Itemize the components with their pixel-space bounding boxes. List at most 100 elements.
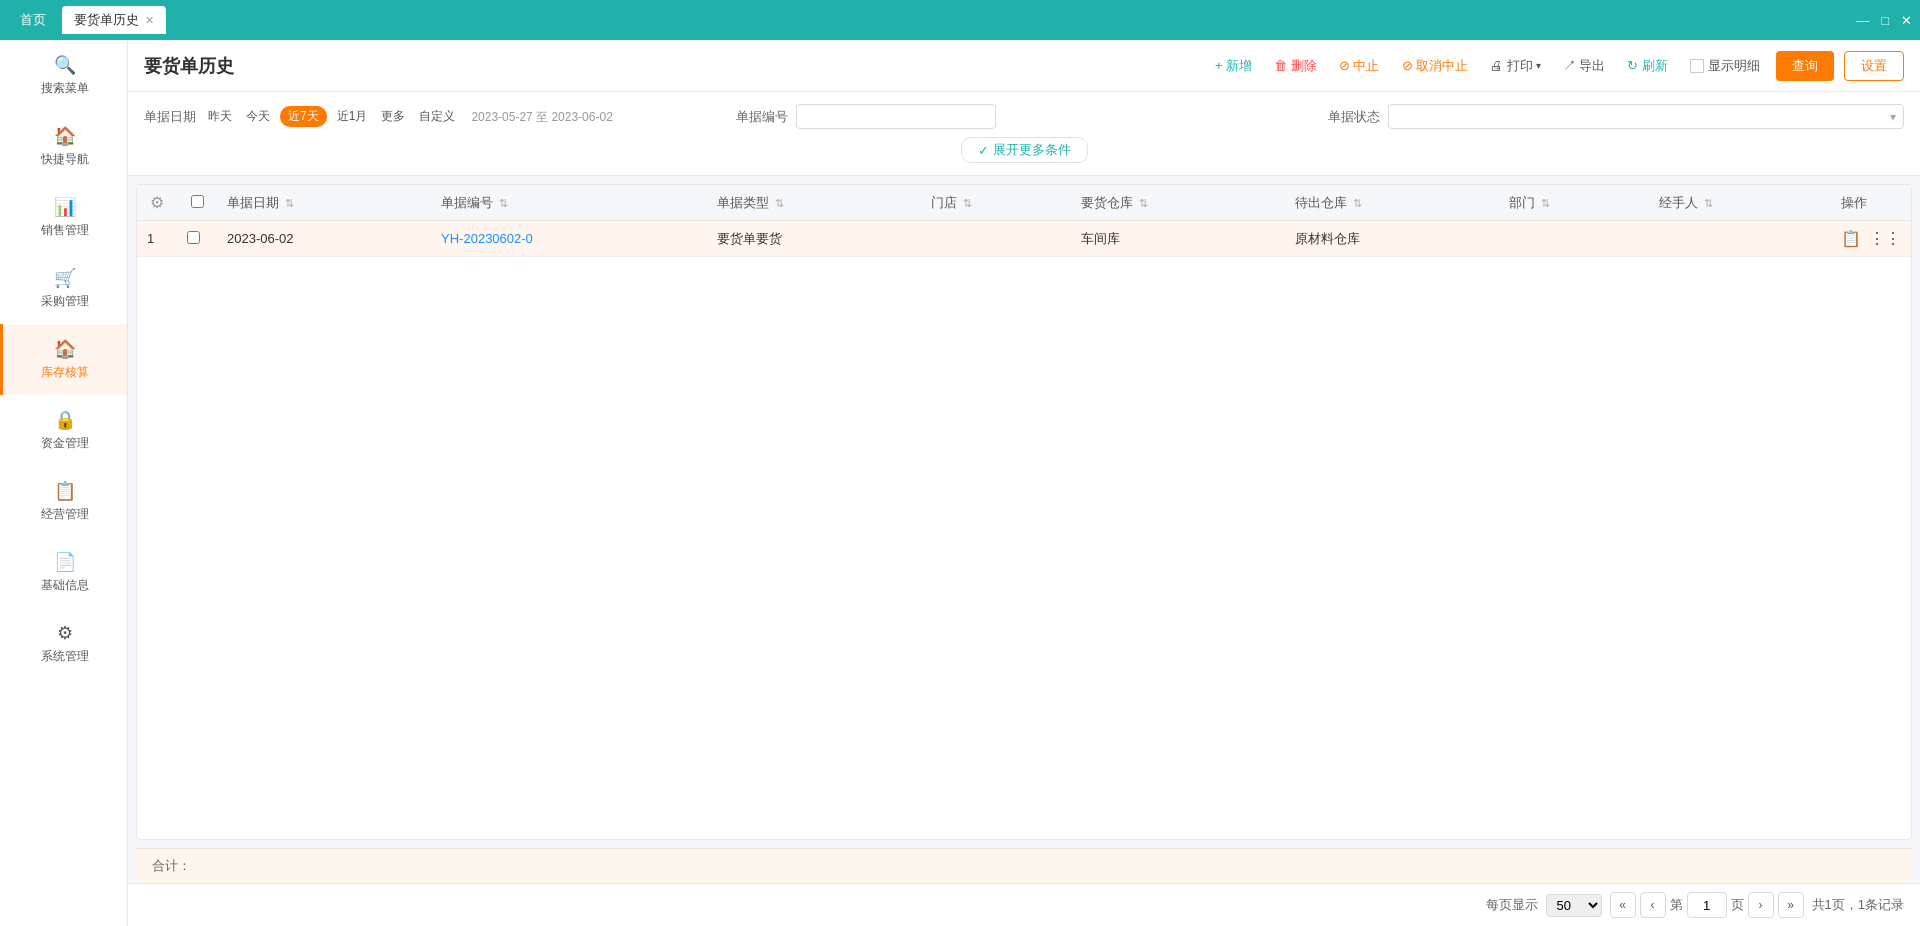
cancel-stop-button[interactable]: ⊘ 取消中止 [1396,53,1475,79]
print-label: 🖨 打印 [1490,57,1533,75]
yesterday-shortcut[interactable]: 昨天 [204,106,236,127]
date-range-display: 2023-05-27 至 2023-06-02 [471,109,612,126]
td-date: 2023-06-02 [217,221,431,257]
doc-no-label: 单据编号 [736,108,788,126]
page-size-select[interactable]: 20 50 100 200 [1546,894,1602,917]
display-detail-button[interactable]: 显示明细 [1684,53,1766,79]
table-footer: 合计： [136,848,1912,883]
td-handler [1649,221,1831,257]
top-bar: 首页 要货单历史 ✕ — □ ✕ [0,0,1920,40]
sales-icon: 📊 [54,196,76,218]
sort-date-icon[interactable]: ⇅ [285,197,294,209]
more-shortcut[interactable]: 更多 [377,106,409,127]
th-pending-warehouse: 待出仓库 ⇅ [1285,185,1499,221]
refresh-button[interactable]: ↻ 刷新 [1621,53,1674,79]
status-input[interactable] [1388,104,1904,129]
select-all-checkbox[interactable] [191,195,204,208]
display-checkbox[interactable] [1690,59,1704,73]
sidebar-base-label: 基础信息 [41,577,89,594]
doc-no-filter-group: 单据编号 [736,104,1312,129]
minimize-btn[interactable]: — [1856,13,1869,28]
close-btn[interactable]: ✕ [1901,13,1912,28]
query-button[interactable]: 查询 [1776,51,1834,81]
sidebar-item-finance[interactable]: 🔒 资金管理 [0,395,127,466]
sidebar-operation-label: 经营管理 [41,506,89,523]
stop-button[interactable]: ⊘ 中止 [1333,53,1386,79]
prev-page-btn[interactable]: ‹ [1640,892,1666,918]
td-store [921,221,1071,257]
footer-total-label: 合计： [152,858,191,873]
today-shortcut[interactable]: 今天 [242,106,274,127]
doc-no-link[interactable]: YH-20230602-0 [441,231,533,246]
sidebar-item-operation[interactable]: 📋 经营管理 [0,466,127,537]
last-page-btn[interactable]: » [1778,892,1804,918]
th-action: 操作 [1831,185,1911,221]
page-total-info: 共1页，1条记录 [1812,896,1904,914]
export-button[interactable]: ↗ 导出 [1557,53,1612,79]
tab-close-icon[interactable]: ✕ [145,14,154,27]
delete-button[interactable]: 🗑 删除 [1268,53,1323,79]
column-settings-icon[interactable]: ⚙ [150,194,164,211]
toolbar: + 新增 🗑 删除 ⊘ 中止 ⊘ 取消中止 🖨 打印 ▾ ↗ 导出 [1209,51,1904,81]
setting-button[interactable]: 设置 [1844,51,1904,81]
edit-icon[interactable]: 📋 [1841,229,1861,248]
sort-pendingwarehouse-icon[interactable]: ⇅ [1353,197,1362,209]
tab-requisition-history[interactable]: 要货单历史 ✕ [62,6,166,34]
table-row[interactable]: 1 2023-06-02 YH-20230602-0 要货单要货 车间库 原材料… [137,221,1911,257]
sort-handler-icon[interactable]: ⇅ [1704,197,1713,209]
td-department [1499,221,1649,257]
td-doc-no: YH-20230602-0 [431,221,707,257]
sidebar-item-system[interactable]: ⚙ 系统管理 [0,608,127,679]
sidebar-item-sales[interactable]: 📊 销售管理 [0,182,127,253]
sidebar-finance-label: 资金管理 [41,435,89,452]
table-body: 1 2023-06-02 YH-20230602-0 要货单要货 车间库 原材料… [137,221,1911,257]
status-dropdown-icon[interactable]: ▾ [1890,110,1896,124]
sort-reqwarehouse-icon[interactable]: ⇅ [1139,197,1148,209]
td-pending-warehouse: 原材料仓库 [1285,221,1499,257]
page-word-after: 页 [1731,896,1744,914]
th-doc-no: 单据编号 ⇅ [431,185,707,221]
sidebar-item-purchase[interactable]: 🛒 采购管理 [0,253,127,324]
sidebar-item-shortcut[interactable]: 🏠 快捷导航 [0,111,127,182]
sidebar-item-base[interactable]: 📄 基础信息 [0,537,127,608]
print-dropdown-icon[interactable]: ▾ [1536,60,1541,71]
tab-home[interactable]: 首页 [8,6,58,34]
last7-shortcut[interactable]: 近7天 [280,106,327,127]
display-label: 显示明细 [1708,57,1760,75]
next-page-btn[interactable]: › [1748,892,1774,918]
more-action-icon[interactable]: ⋮⋮ [1869,229,1901,248]
sort-store-icon[interactable]: ⇅ [963,197,972,209]
print-button[interactable]: 🖨 打印 ▾ [1484,53,1547,79]
sidebar: 🔍 搜索菜单 🏠 快捷导航 📊 销售管理 🛒 采购管理 🏠 库存核算 🔒 资金管… [0,40,128,926]
page-navigation: « ‹ 第 页 › » [1610,892,1804,918]
first-page-btn[interactable]: « [1610,892,1636,918]
refresh-label: ↻ 刷新 [1627,57,1668,75]
row-checkbox[interactable] [187,231,200,244]
expand-more-row: ✓ 展开更多条件 [144,137,1904,163]
sidebar-item-search[interactable]: 🔍 搜索菜单 [0,40,127,111]
sidebar-item-inventory[interactable]: 🏠 库存核算 [0,324,127,395]
page-number-input[interactable] [1687,892,1727,918]
doc-no-input[interactable] [796,104,996,129]
th-date: 单据日期 ⇅ [217,185,431,221]
sidebar-shortcut-label: 快捷导航 [41,151,89,168]
last-month-shortcut[interactable]: 近1月 [333,106,372,127]
sort-dept-icon[interactable]: ⇅ [1541,197,1550,209]
sort-doctype-icon[interactable]: ⇅ [775,197,784,209]
th-doc-type: 单据类型 ⇅ [707,185,921,221]
export-label: ↗ 导出 [1563,57,1606,75]
maximize-btn[interactable]: □ [1881,13,1889,28]
filter-area: 单据日期 昨天 今天 近7天 近1月 更多 自定义 2023-05-27 至 2… [128,92,1920,176]
date-filter-group: 单据日期 昨天 今天 近7天 近1月 更多 自定义 2023-05-27 至 2… [144,106,720,127]
date-filter-label: 单据日期 [144,108,196,126]
cancel-stop-label: ⊘ 取消中止 [1402,57,1469,75]
purchase-icon: 🛒 [54,267,76,289]
sidebar-system-label: 系统管理 [41,648,89,665]
add-button[interactable]: + 新增 [1209,53,1258,79]
custom-shortcut[interactable]: 自定义 [415,106,459,127]
expand-more-button[interactable]: ✓ 展开更多条件 [961,137,1088,163]
tab-requisition-label: 要货单历史 [74,11,139,29]
page-title: 要货单历史 [144,54,234,78]
sort-docno-icon[interactable]: ⇅ [499,197,508,209]
page-word-before: 第 [1670,896,1683,914]
